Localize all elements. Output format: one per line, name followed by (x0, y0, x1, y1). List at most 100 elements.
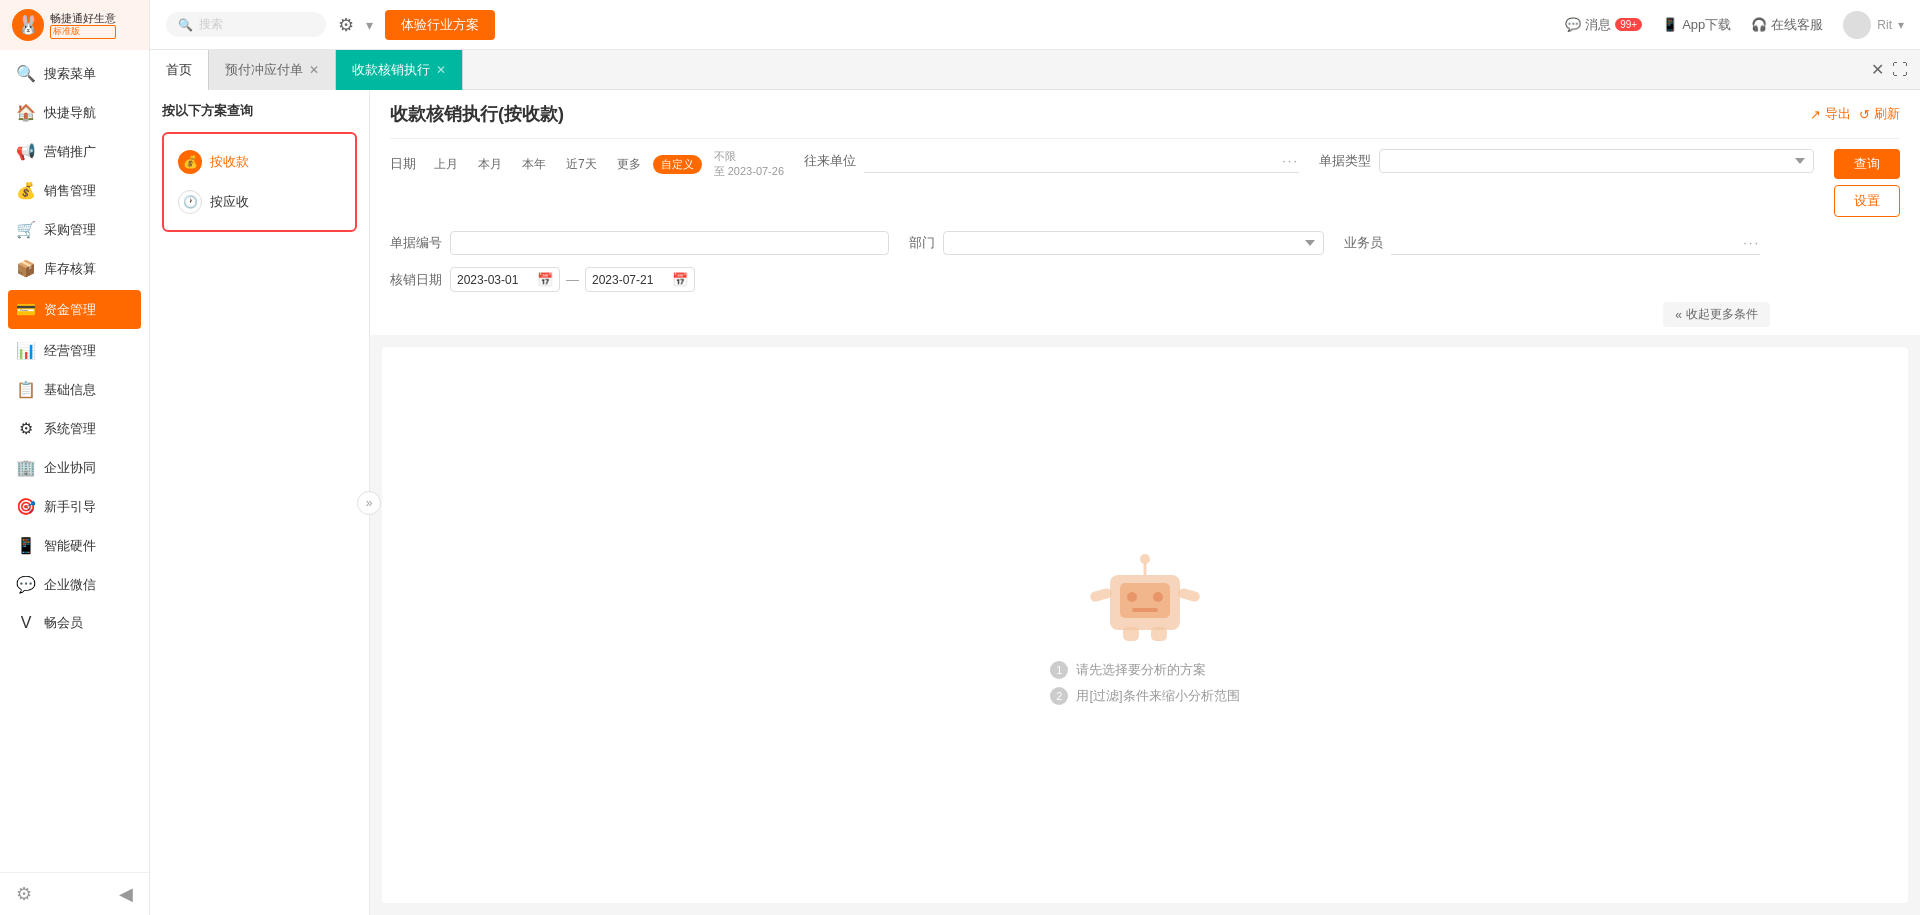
verify-date-start[interactable]: 2023-03-01 📅 (450, 267, 560, 292)
sidebar-item-inventory[interactable]: 📦 库存核算 (0, 249, 149, 288)
doc-no-input[interactable] (450, 231, 889, 255)
date-this-month[interactable]: 本月 (470, 154, 510, 175)
tabbar: 首页 预付冲应付单 ✕ 收款核销执行 ✕ ✕ ⛶ (150, 50, 1920, 90)
tab-maximize-icon[interactable]: ⛶ (1892, 61, 1908, 79)
message-btn[interactable]: 💬 消息 99+ (1565, 16, 1642, 34)
topbar-search[interactable]: 🔍 搜索 (166, 12, 326, 37)
svg-rect-6 (1177, 587, 1201, 602)
message-icon: 💬 (1565, 17, 1581, 32)
cal-start-icon[interactable]: 📅 (537, 272, 553, 287)
staff-dots[interactable]: ··· (1743, 235, 1760, 250)
cal-end-icon[interactable]: 📅 (672, 272, 688, 287)
tab-prepay-close[interactable]: ✕ (309, 63, 319, 77)
service-icon: 🎧 (1751, 17, 1767, 32)
tab-receipt[interactable]: 收款核销执行 ✕ (336, 50, 463, 90)
sidebar-item-finance[interactable]: 💳 资金管理 (8, 290, 141, 329)
sidebar-item-purchase[interactable]: 🛒 采购管理 (0, 210, 149, 249)
sidebar-item-marketing[interactable]: 📢 营销推广 (0, 132, 149, 171)
sidebar-item-basicinfo[interactable]: 📋 基础信息 (0, 370, 149, 409)
topbar-settings-icon[interactable]: ⚙ (338, 14, 354, 36)
dept-label: 部门 (909, 234, 935, 252)
query-btn[interactable]: 查询 (1834, 149, 1900, 179)
member-icon: V (16, 614, 36, 632)
counterpart-dots[interactable]: ··· (1282, 153, 1299, 168)
app-download-btn[interactable]: 📱 App下载 (1662, 16, 1731, 34)
svg-point-2 (1127, 592, 1137, 602)
search-icon: 🔍 (16, 64, 36, 83)
date-last-7[interactable]: 近7天 (558, 154, 605, 175)
date-options: 上月 本月 本年 近7天 更多 自定义 (426, 154, 702, 175)
user-menu[interactable]: Rit ▾ (1843, 11, 1904, 39)
page-title-row: 收款核销执行(按收款) ↗ 导出 ↺ 刷新 (390, 102, 1900, 126)
sidebar-collapse-icon[interactable]: ◀ (119, 883, 133, 905)
tab-home[interactable]: 首页 (150, 50, 209, 90)
date-custom[interactable]: 自定义 (653, 155, 702, 174)
date-dash: — (566, 272, 579, 287)
svg-point-3 (1153, 592, 1163, 602)
verify-date-end[interactable]: 2023-07-21 📅 (585, 267, 695, 292)
right-panel: 收款核销执行(按收款) ↗ 导出 ↺ 刷新 (370, 90, 1920, 915)
receipt-icon: 💰 (178, 150, 202, 174)
doc-type-label: 单据类型 (1319, 152, 1371, 170)
date-no-limit: 不限 至 2023-07-26 (714, 149, 784, 179)
filter-by-receipt[interactable]: 💰 按收款 (172, 142, 347, 182)
topbar-chevron-icon[interactable]: ▾ (366, 17, 373, 33)
sidebar-item-system[interactable]: ⚙ 系统管理 (0, 409, 149, 448)
collapse-icon: « (1675, 308, 1682, 322)
collapse-more-btn[interactable]: « 收起更多条件 (1663, 302, 1770, 327)
empty-step-2: 2 用[过滤]条件来缩小分析范围 (1050, 687, 1239, 705)
sidebar-nav: 🔍 搜索菜单 🏠 快捷导航 📢 营销推广 💰 销售管理 🛒 采购管理 📦 库存核… (0, 50, 149, 872)
app-icon: 📱 (1662, 17, 1678, 32)
doc-type-select[interactable] (1379, 149, 1814, 173)
tabbar-actions: ✕ ⛶ (1871, 60, 1920, 79)
export-btn[interactable]: ↗ 导出 (1810, 105, 1851, 123)
empty-state: 1 请先选择要分析的方案 2 用[过滤]条件来缩小分析范围 (1050, 545, 1239, 705)
tab-prepay[interactable]: 预付冲应付单 ✕ (209, 50, 336, 90)
system-icon: ⚙ (16, 419, 36, 438)
svg-rect-8 (1151, 627, 1167, 641)
sidebar-item-guide[interactable]: 🎯 新手引导 (0, 487, 149, 526)
refresh-btn[interactable]: ↺ 刷新 (1859, 105, 1900, 123)
basicinfo-icon: 📋 (16, 380, 36, 399)
main-body: 1 请先选择要分析的方案 2 用[过滤]条件来缩小分析范围 (382, 347, 1908, 903)
sales-icon: 💰 (16, 181, 36, 200)
user-chevron-icon: ▾ (1898, 18, 1904, 32)
dept-select[interactable] (943, 231, 1325, 255)
bottom-settings-icon[interactable]: ⚙ (16, 883, 32, 905)
logo-text: 畅捷通好生意 标准版 (50, 11, 116, 39)
sidebar-item-wechat[interactable]: 💬 企业微信 (0, 565, 149, 604)
sidebar-item-operations[interactable]: 📊 经营管理 (0, 331, 149, 370)
guide-icon: 🎯 (16, 497, 36, 516)
home-icon: 🏠 (16, 103, 36, 122)
left-panel-title: 按以下方案查询 (162, 102, 357, 120)
sidebar-item-quicknav[interactable]: 🏠 快捷导航 (0, 93, 149, 132)
counterpart-label: 往来单位 (804, 152, 856, 170)
tab-close-all-icon[interactable]: ✕ (1871, 60, 1884, 79)
main-area: 🔍 搜索 ⚙ ▾ 体验行业方案 💬 消息 99+ 📱 App下载 🎧 在线客服 … (150, 0, 1920, 915)
date-last-month[interactable]: 上月 (426, 154, 466, 175)
user-avatar (1843, 11, 1871, 39)
empty-illustration (1085, 545, 1205, 645)
doc-no-label: 单据编号 (390, 234, 442, 252)
solution-btn[interactable]: 体验行业方案 (385, 10, 495, 40)
finance-icon: 💳 (16, 300, 36, 319)
sidebar-item-hardware[interactable]: 📱 智能硬件 (0, 526, 149, 565)
hardware-icon: 📱 (16, 536, 36, 555)
filter-by-receivable[interactable]: 🕐 按应收 (172, 182, 347, 222)
purchase-icon: 🛒 (16, 220, 36, 239)
sidebar-item-enterprise[interactable]: 🏢 企业协同 (0, 448, 149, 487)
page-title: 收款核销执行(按收款) (390, 102, 564, 126)
receivable-icon: 🕐 (178, 190, 202, 214)
tab-receipt-close[interactable]: ✕ (436, 63, 446, 77)
date-this-year[interactable]: 本年 (514, 154, 554, 175)
online-service-btn[interactable]: 🎧 在线客服 (1751, 16, 1823, 34)
settings-filter-btn[interactable]: 设置 (1834, 185, 1900, 217)
sidebar-item-search[interactable]: 🔍 搜索菜单 (0, 54, 149, 93)
left-panel-collapse-btn[interactable]: » (357, 491, 381, 515)
operations-icon: 📊 (16, 341, 36, 360)
sidebar-item-member[interactable]: V 畅会员 (0, 604, 149, 642)
date-more[interactable]: 更多 (609, 154, 649, 175)
svg-rect-7 (1123, 627, 1139, 641)
page-actions: ↗ 导出 ↺ 刷新 (1810, 105, 1900, 123)
sidebar-item-sales[interactable]: 💰 销售管理 (0, 171, 149, 210)
